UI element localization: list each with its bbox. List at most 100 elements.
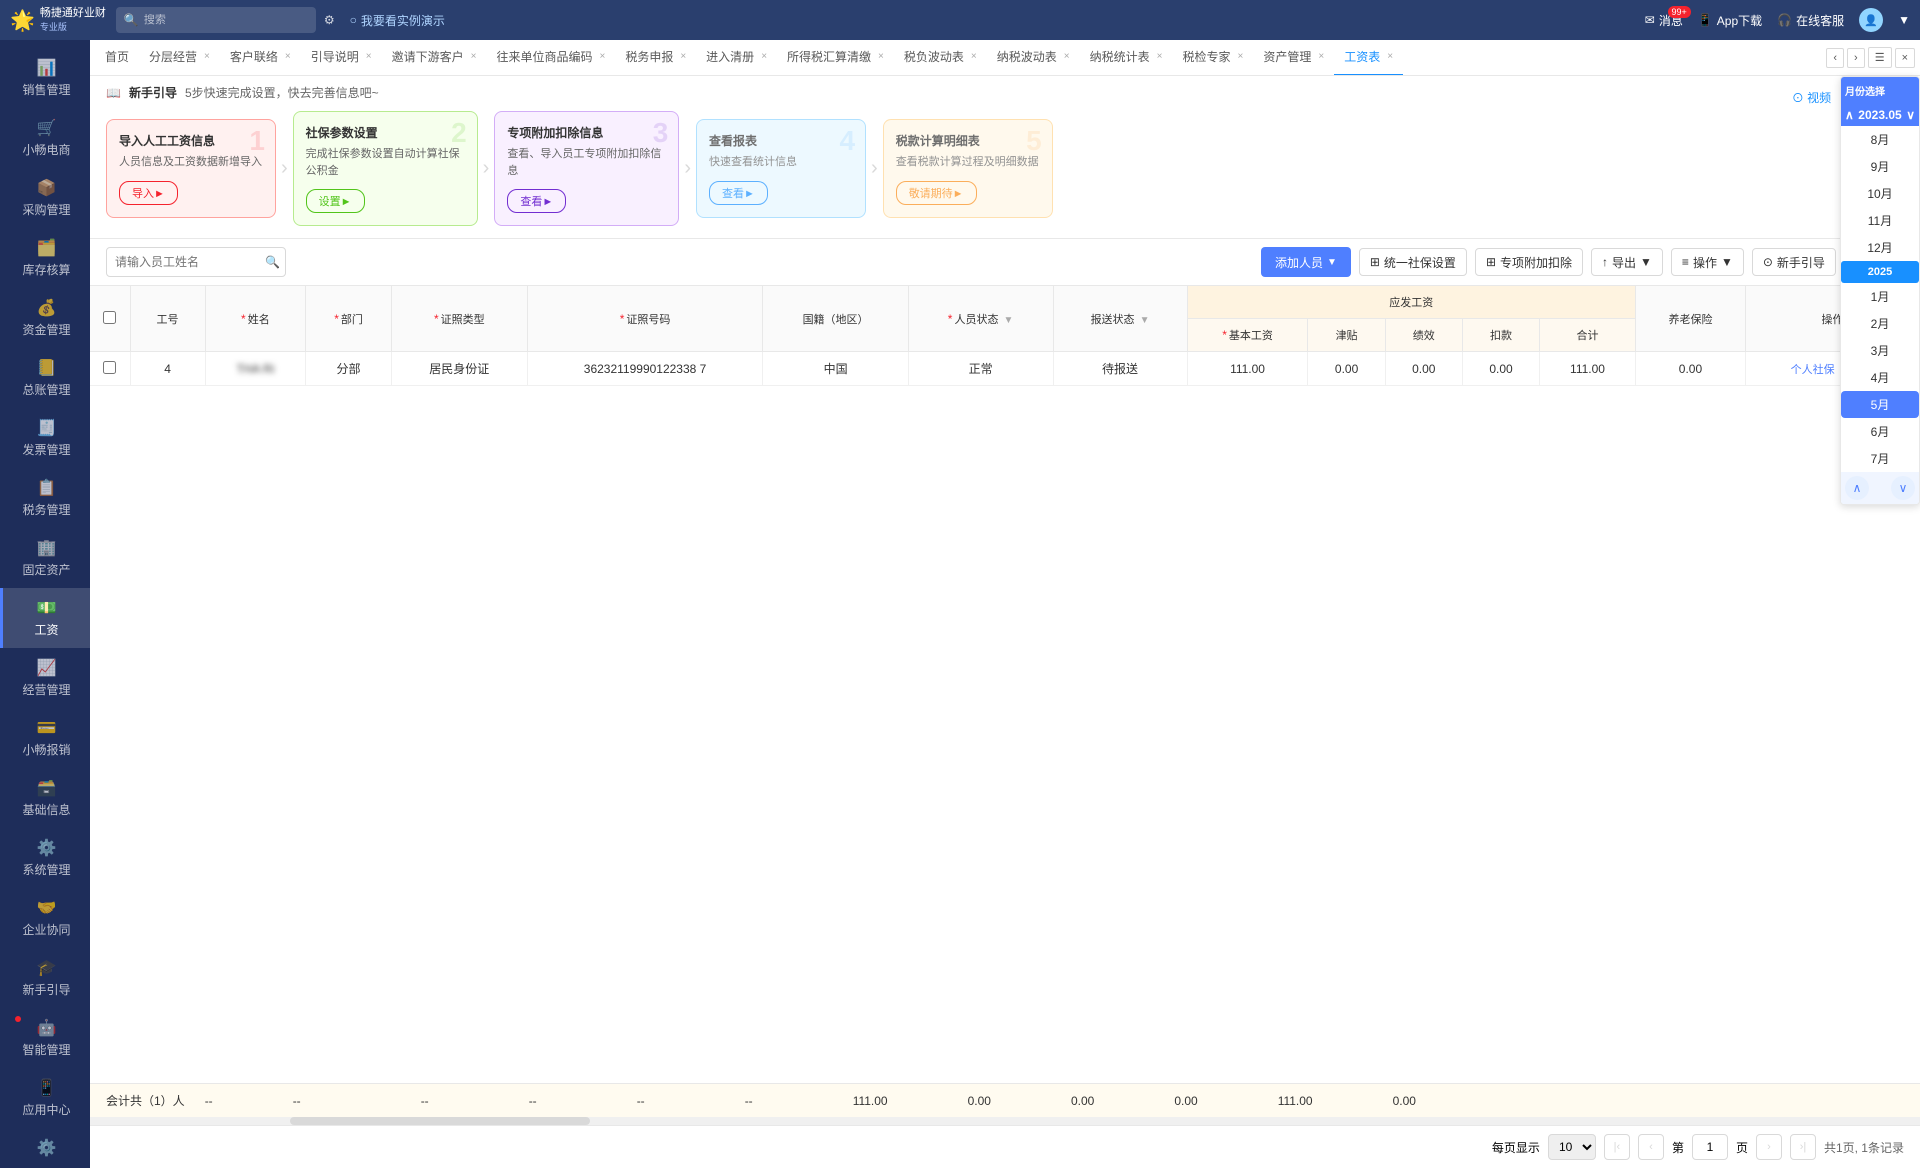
- page-prev-btn[interactable]: ‹: [1638, 1134, 1664, 1160]
- month-11[interactable]: 11月: [1841, 207, 1919, 234]
- sidebar-item-basic[interactable]: 🗃️ 基础信息: [0, 768, 90, 828]
- page-last-btn[interactable]: ›|: [1790, 1134, 1816, 1160]
- user-name-btn[interactable]: ▼: [1898, 13, 1910, 27]
- tab-home[interactable]: 首页: [95, 40, 139, 76]
- tab-close-fenceng[interactable]: ×: [204, 51, 210, 62]
- step-btn-5[interactable]: 敬请期待►: [896, 181, 977, 205]
- tab-close-gongzi[interactable]: ×: [1387, 51, 1393, 62]
- demo-link[interactable]: ○ 我要看实例演示: [350, 12, 445, 29]
- tab-close-yindao[interactable]: ×: [366, 51, 372, 62]
- sidebar-item-ecommerce[interactable]: 🛒 小畅电商: [0, 108, 90, 168]
- month-2[interactable]: 2月: [1841, 310, 1919, 337]
- tab-jinru[interactable]: 进入清册 ×: [696, 40, 777, 76]
- row-select-checkbox[interactable]: [103, 361, 116, 374]
- sidebar-item-ledger[interactable]: 📒 总账管理: [0, 348, 90, 408]
- tab-next-btn[interactable]: ›: [1847, 48, 1865, 68]
- tab-shuifu[interactable]: 税负波动表 ×: [894, 40, 987, 76]
- tab-nashui[interactable]: 纳税波动表 ×: [987, 40, 1080, 76]
- export-btn[interactable]: ↑ 导出 ▼: [1591, 248, 1663, 276]
- tab-close-all-btn[interactable]: ×: [1895, 48, 1915, 68]
- month-7[interactable]: 7月: [1841, 445, 1919, 472]
- per-page-select[interactable]: 10 20 50: [1548, 1134, 1596, 1160]
- search-execute-icon[interactable]: 🔍: [265, 255, 280, 269]
- tab-kehu[interactable]: 客户联络 ×: [220, 40, 301, 76]
- tab-close-jinru[interactable]: ×: [761, 51, 767, 62]
- month-6[interactable]: 6月: [1841, 418, 1919, 445]
- sidebar-item-system[interactable]: ⚙️ 系统管理: [0, 828, 90, 888]
- horizontal-scrollbar[interactable]: [90, 1117, 1920, 1125]
- sidebar-item-inventory[interactable]: 🗂️ 库存核算: [0, 228, 90, 288]
- user-avatar[interactable]: 👤: [1859, 8, 1883, 32]
- tab-suode[interactable]: 所得税汇算清缴 ×: [777, 40, 894, 76]
- app-download-btn[interactable]: 📱 App下载: [1698, 12, 1762, 29]
- month-panel-up-btn[interactable]: ∧: [1845, 476, 1869, 500]
- tab-yaoqing[interactable]: 邀请下游客户 ×: [382, 40, 487, 76]
- sidebar-item-guide[interactable]: 🎓 新手引导: [0, 948, 90, 1008]
- online-service-btn[interactable]: 🎧 在线客服: [1777, 12, 1844, 29]
- sidebar-item-coop[interactable]: 🤝 企业协同: [0, 888, 90, 948]
- tab-close-shuiwu[interactable]: ×: [680, 51, 686, 62]
- top-search-box[interactable]: 🔍: [116, 7, 316, 33]
- set-social-btn[interactable]: ⊞ 统一社保设置: [1359, 248, 1467, 276]
- tab-shuijian[interactable]: 税检专家 ×: [1172, 40, 1253, 76]
- message-btn[interactable]: ✉ 消息 99+: [1645, 12, 1683, 29]
- month-1[interactable]: 1月: [1841, 283, 1919, 310]
- tab-wanglai[interactable]: 往来单位商品编码 ×: [486, 40, 615, 76]
- month-8[interactable]: 8月: [1841, 126, 1919, 153]
- page-next-btn[interactable]: ›: [1756, 1134, 1782, 1160]
- sidebar-item-tax[interactable]: 📋 税务管理: [0, 468, 90, 528]
- sidebar-item-appcenter[interactable]: 📱 应用中心: [0, 1068, 90, 1128]
- tab-gongzi[interactable]: 工资表 ×: [1334, 40, 1403, 76]
- month-12[interactable]: 12月: [1841, 234, 1919, 261]
- gear-icon-top[interactable]: ⚙: [324, 13, 335, 27]
- month-4[interactable]: 4月: [1841, 364, 1919, 391]
- sidebar-item-purchase[interactable]: 📦 采购管理: [0, 168, 90, 228]
- sidebar-item-settings[interactable]: ⚙️: [0, 1128, 90, 1168]
- tab-menu-btn[interactable]: ☰: [1868, 47, 1892, 68]
- tab-shuiwu[interactable]: 税务申报 ×: [615, 40, 696, 76]
- step-btn-2[interactable]: 设置►: [306, 189, 365, 213]
- tab-close-shuijian[interactable]: ×: [1237, 51, 1243, 62]
- video-link[interactable]: ⊙ 视频: [1792, 89, 1831, 106]
- action-social-link[interactable]: 个人社保: [1791, 364, 1835, 376]
- tab-yindao[interactable]: 引导说明 ×: [301, 40, 382, 76]
- add-employee-btn[interactable]: 添加人员 ▼: [1261, 247, 1351, 277]
- select-all-checkbox[interactable]: [103, 311, 116, 324]
- status-filter-icon[interactable]: ▼: [1004, 315, 1014, 326]
- search-input-top[interactable]: [144, 14, 308, 26]
- tab-zichan[interactable]: 资产管理 ×: [1253, 40, 1334, 76]
- tab-close-nstj[interactable]: ×: [1157, 51, 1163, 62]
- month-panel[interactable]: 月份选择 ∧ 2023.05 ∨ 8月 9月 10月 11月 12月 2025 …: [1840, 76, 1920, 505]
- sidebar-item-assets[interactable]: 🏢 固定资产: [0, 528, 90, 588]
- sidebar-item-operations[interactable]: 📈 经营管理: [0, 648, 90, 708]
- employee-search-input[interactable]: [106, 247, 286, 277]
- month-10[interactable]: 10月: [1841, 180, 1919, 207]
- step-btn-4[interactable]: 查看►: [709, 181, 768, 205]
- tab-close-wanglai[interactable]: ×: [599, 51, 605, 62]
- report-filter-icon[interactable]: ▼: [1140, 315, 1150, 326]
- tab-close-shuifu[interactable]: ×: [971, 51, 977, 62]
- month-panel-down-btn[interactable]: ∨: [1891, 476, 1915, 500]
- tab-close-suode[interactable]: ×: [878, 51, 884, 62]
- month-5[interactable]: 5月: [1841, 391, 1919, 418]
- step-btn-1[interactable]: 导入►: [119, 181, 178, 205]
- sidebar-item-marketing[interactable]: 💳 小畅报销: [0, 708, 90, 768]
- sidebar-item-finance[interactable]: 💰 资金管理: [0, 288, 90, 348]
- tab-nstj[interactable]: 纳税统计表 ×: [1080, 40, 1173, 76]
- guide-btn[interactable]: ⊙ 新手引导: [1752, 248, 1836, 276]
- tab-close-kehu[interactable]: ×: [285, 51, 291, 62]
- sidebar-item-sales[interactable]: 📊 销售管理: [0, 48, 90, 108]
- tab-close-nashui[interactable]: ×: [1064, 51, 1070, 62]
- year-2025[interactable]: 2025: [1841, 261, 1919, 283]
- month-9[interactable]: 9月: [1841, 153, 1919, 180]
- tab-fenceng[interactable]: 分层经营 ×: [139, 40, 220, 76]
- page-number-input[interactable]: [1692, 1134, 1728, 1160]
- set-extra-btn[interactable]: ⊞ 专项附加扣除: [1475, 248, 1583, 276]
- tab-close-yaoqing[interactable]: ×: [471, 51, 477, 62]
- tab-prev-btn[interactable]: ‹: [1826, 48, 1844, 68]
- step-btn-3[interactable]: 查看►: [507, 189, 566, 213]
- month-3[interactable]: 3月: [1841, 337, 1919, 364]
- month-prev-year-btn[interactable]: ∧: [1845, 108, 1854, 122]
- page-first-btn[interactable]: |‹: [1604, 1134, 1630, 1160]
- sidebar-item-payroll[interactable]: 💵 工资: [0, 588, 90, 648]
